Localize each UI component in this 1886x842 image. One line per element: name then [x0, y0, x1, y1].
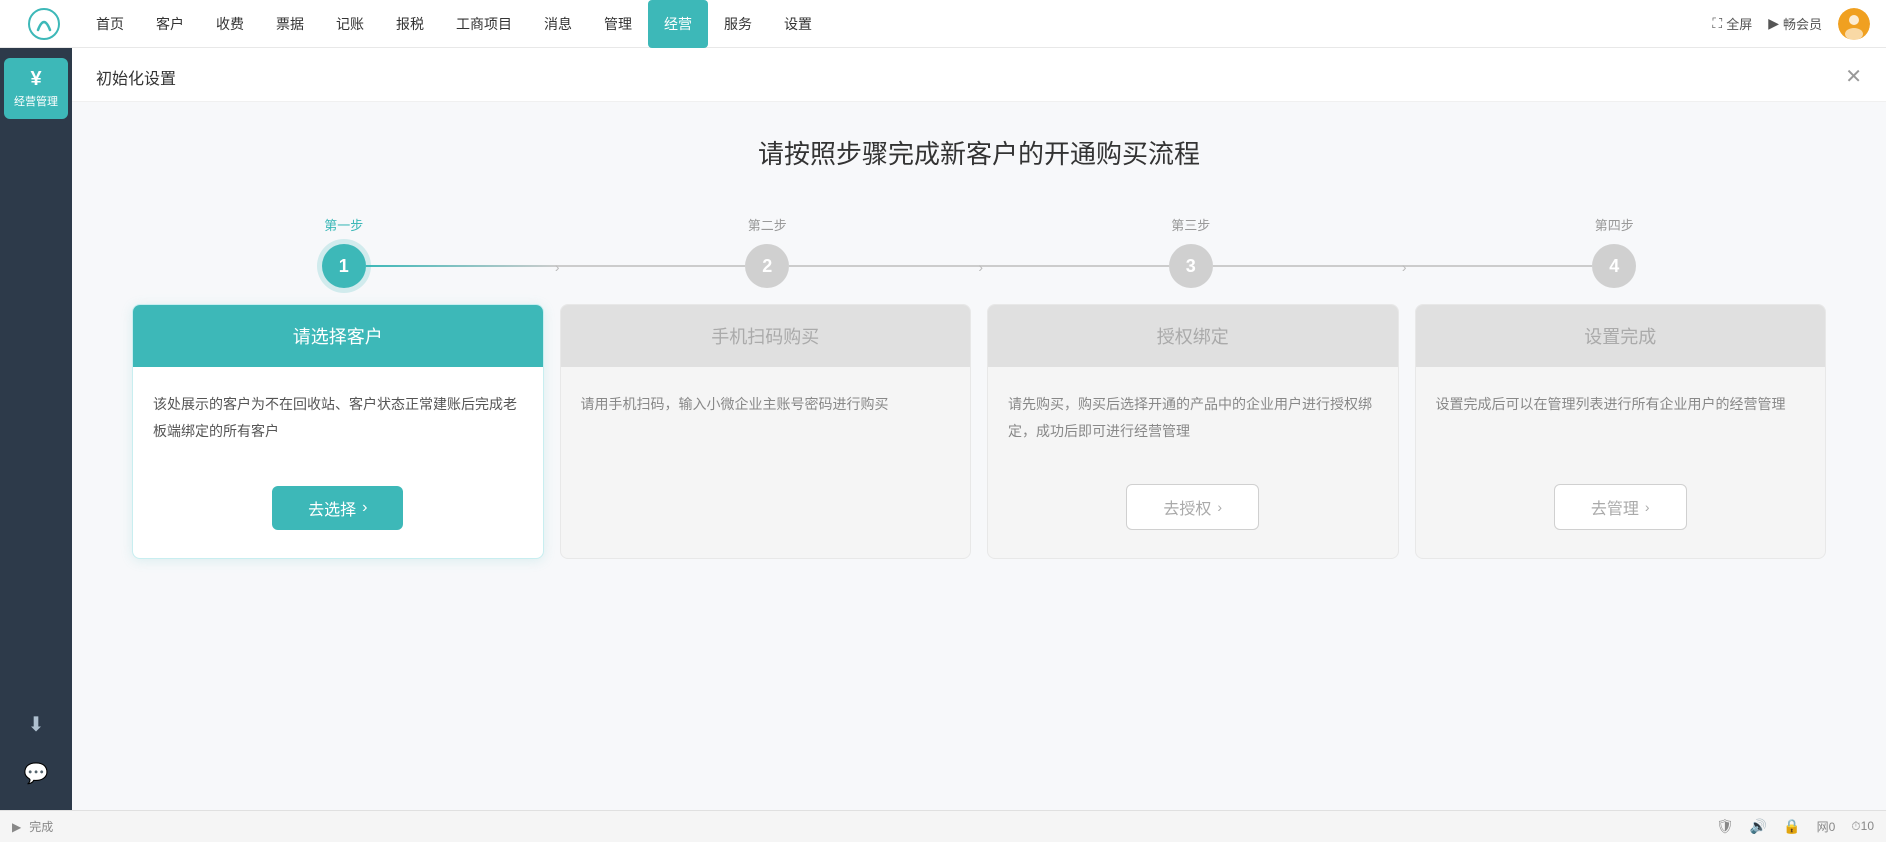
nav-item-account[interactable]: 记账 — [320, 0, 380, 48]
card-1-header: 请选择客户 — [133, 305, 543, 367]
step-3-label: 第三步 — [1171, 215, 1210, 234]
nav-item-operation[interactable]: 经营 — [648, 0, 708, 48]
arrow-icon-1: › — [362, 499, 367, 517]
card-4-header: 设置完成 — [1416, 305, 1826, 367]
logo-icon — [28, 8, 60, 40]
lock-status-icon: 🔒 — [1783, 818, 1800, 835]
step-1-circle: 1 — [322, 244, 366, 288]
yuan-icon: ¥ — [30, 68, 41, 91]
cards-row: 请选择客户 该处展示的客户为不在回收站、客户状态正常建账后完成老板端绑定的所有客… — [132, 304, 1826, 559]
status-bar: ▶ 完成 🛡 🔊 🔒 网0 ⏱10 — [0, 810, 1886, 842]
nav-item-home[interactable]: 首页 — [80, 0, 140, 48]
download-btn[interactable]: ⬇ — [20, 704, 53, 745]
fullscreen-icon: ⛶ — [1712, 15, 1722, 32]
nav-item-settings[interactable]: 设置 — [768, 0, 828, 48]
avatar-icon — [1838, 8, 1870, 40]
go-select-button[interactable]: 去选择 › — [272, 486, 403, 530]
card-3: 授权绑定 请先购买，购买后选择开通的产品中的企业用户进行授权绑定，成功后即可进行… — [987, 304, 1399, 559]
support-btn[interactable]: 💬 — [16, 753, 57, 794]
nav-right: ⛶ 全屏 ▶ 畅会员 — [1712, 8, 1870, 40]
card-3-header: 授权绑定 — [988, 305, 1398, 367]
card-3-footer: 去授权 › — [988, 468, 1398, 558]
nav-item-customer[interactable]: 客户 — [140, 0, 200, 48]
step-2-circle: 2 — [745, 244, 789, 288]
play-status-icon: ▶ — [12, 820, 21, 834]
step-2-label: 第二步 — [748, 215, 787, 234]
content-area: 请按照步骤完成新客户的开通购买流程 第一步 1 › 第二步 — [72, 102, 1886, 810]
nav-item-message[interactable]: 消息 — [528, 0, 588, 48]
volume-status-icon: 🔊 — [1750, 818, 1767, 835]
status-bar-right: 🛡 🔊 🔒 网0 ⏱10 — [1716, 818, 1874, 835]
logo — [8, 8, 80, 40]
card-2-header: 手机扫码购买 — [561, 305, 971, 367]
card-1: 请选择客户 该处展示的客户为不在回收站、客户状态正常建账后完成老板端绑定的所有客… — [132, 304, 544, 559]
member-btn[interactable]: ▶ 畅会员 — [1768, 14, 1822, 33]
nav-items: 首页 客户 收费 票据 记账 报税 工商项目 消息 管理 经营 服务 设置 — [80, 0, 1712, 48]
page-title: 初始化设置 — [96, 65, 176, 89]
arrow-icon-3: › — [1217, 499, 1222, 515]
nav-item-bill[interactable]: 票据 — [260, 0, 320, 48]
nav-item-tax[interactable]: 报税 — [380, 0, 440, 48]
nav-item-service[interactable]: 服务 — [708, 0, 768, 48]
step-2-col: 第二步 2 › — [556, 215, 980, 288]
steps-indicator: 第一步 1 › 第二步 2 — [132, 215, 1826, 288]
step-2-connector: 2 › — [556, 244, 980, 288]
card-2-footer — [561, 514, 971, 558]
nav-item-manage[interactable]: 管理 — [588, 0, 648, 48]
sidebar-bottom: ⬇ 💬 — [16, 704, 57, 810]
step-3-circle: 3 — [1169, 244, 1213, 288]
top-nav: 首页 客户 收费 票据 记账 报税 工商项目 消息 管理 经营 服务 设置 ⛶ … — [0, 0, 1886, 48]
fullscreen-btn[interactable]: ⛶ 全屏 — [1712, 14, 1752, 33]
step-1-col: 第一步 1 › — [132, 215, 556, 288]
card-4-body: 设置完成后可以在管理列表进行所有企业用户的经营管理 — [1416, 367, 1826, 468]
card-1-body: 该处展示的客户为不在回收站、客户状态正常建账后完成老板端绑定的所有客户 — [133, 367, 543, 470]
card-3-body: 请先购买，购买后选择开通的产品中的企业用户进行授权绑定，成功后即可进行经营管理 — [988, 367, 1398, 468]
status-text: 完成 — [29, 818, 53, 835]
step-4-label: 第四步 — [1595, 215, 1634, 234]
card-4: 设置完成 设置完成后可以在管理列表进行所有企业用户的经营管理 去管理 › — [1415, 304, 1827, 559]
nav-item-fee[interactable]: 收费 — [200, 0, 260, 48]
shield-status-icon: 🛡 — [1716, 818, 1734, 835]
step-1-connector: 1 › — [132, 244, 556, 288]
arrow-icon-4: › — [1645, 499, 1650, 515]
close-button[interactable]: ✕ — [1845, 64, 1862, 89]
sidebar: ¥ 经营管理 ⬇ 💬 — [0, 48, 72, 810]
go-authorize-button[interactable]: 去授权 › — [1126, 484, 1259, 530]
card-2: 手机扫码购买 请用手机扫码，输入小微企业主账号密码进行购买 — [560, 304, 972, 559]
play-icon: ▶ — [1768, 15, 1779, 32]
step-4-col: 第四步 4 — [1403, 215, 1827, 288]
step-3-col: 第三步 3 › — [979, 215, 1403, 288]
content-header: 初始化设置 ✕ — [72, 48, 1886, 102]
step-3-connector: 3 › — [979, 244, 1403, 288]
info-status-text: 网0 — [1817, 818, 1836, 835]
card-4-footer: 去管理 › — [1416, 468, 1826, 558]
step-4-circle: 4 — [1592, 244, 1636, 288]
avatar[interactable] — [1838, 8, 1870, 40]
main-content: 初始化设置 ✕ 请按照步骤完成新客户的开通购买流程 第一步 1 › — [72, 48, 1886, 810]
page-heading: 请按照步骤完成新客户的开通购买流程 — [132, 134, 1826, 171]
sidebar-item-operation[interactable]: ¥ 经营管理 — [4, 58, 68, 119]
card-1-footer: 去选择 › — [133, 470, 543, 558]
main-layout: ¥ 经营管理 ⬇ 💬 初始化设置 ✕ 请按照步骤完成新客户的开通购买流程 第一步 — [0, 48, 1886, 810]
go-manage-button[interactable]: 去管理 › — [1554, 484, 1687, 530]
clock-status-icon: ⏱10 — [1851, 819, 1874, 834]
step-1-label: 第一步 — [324, 215, 363, 234]
card-2-body: 请用手机扫码，输入小微企业主账号密码进行购买 — [561, 367, 971, 514]
step-4-connector: 4 — [1403, 244, 1827, 288]
nav-item-industry[interactable]: 工商项目 — [440, 0, 528, 48]
